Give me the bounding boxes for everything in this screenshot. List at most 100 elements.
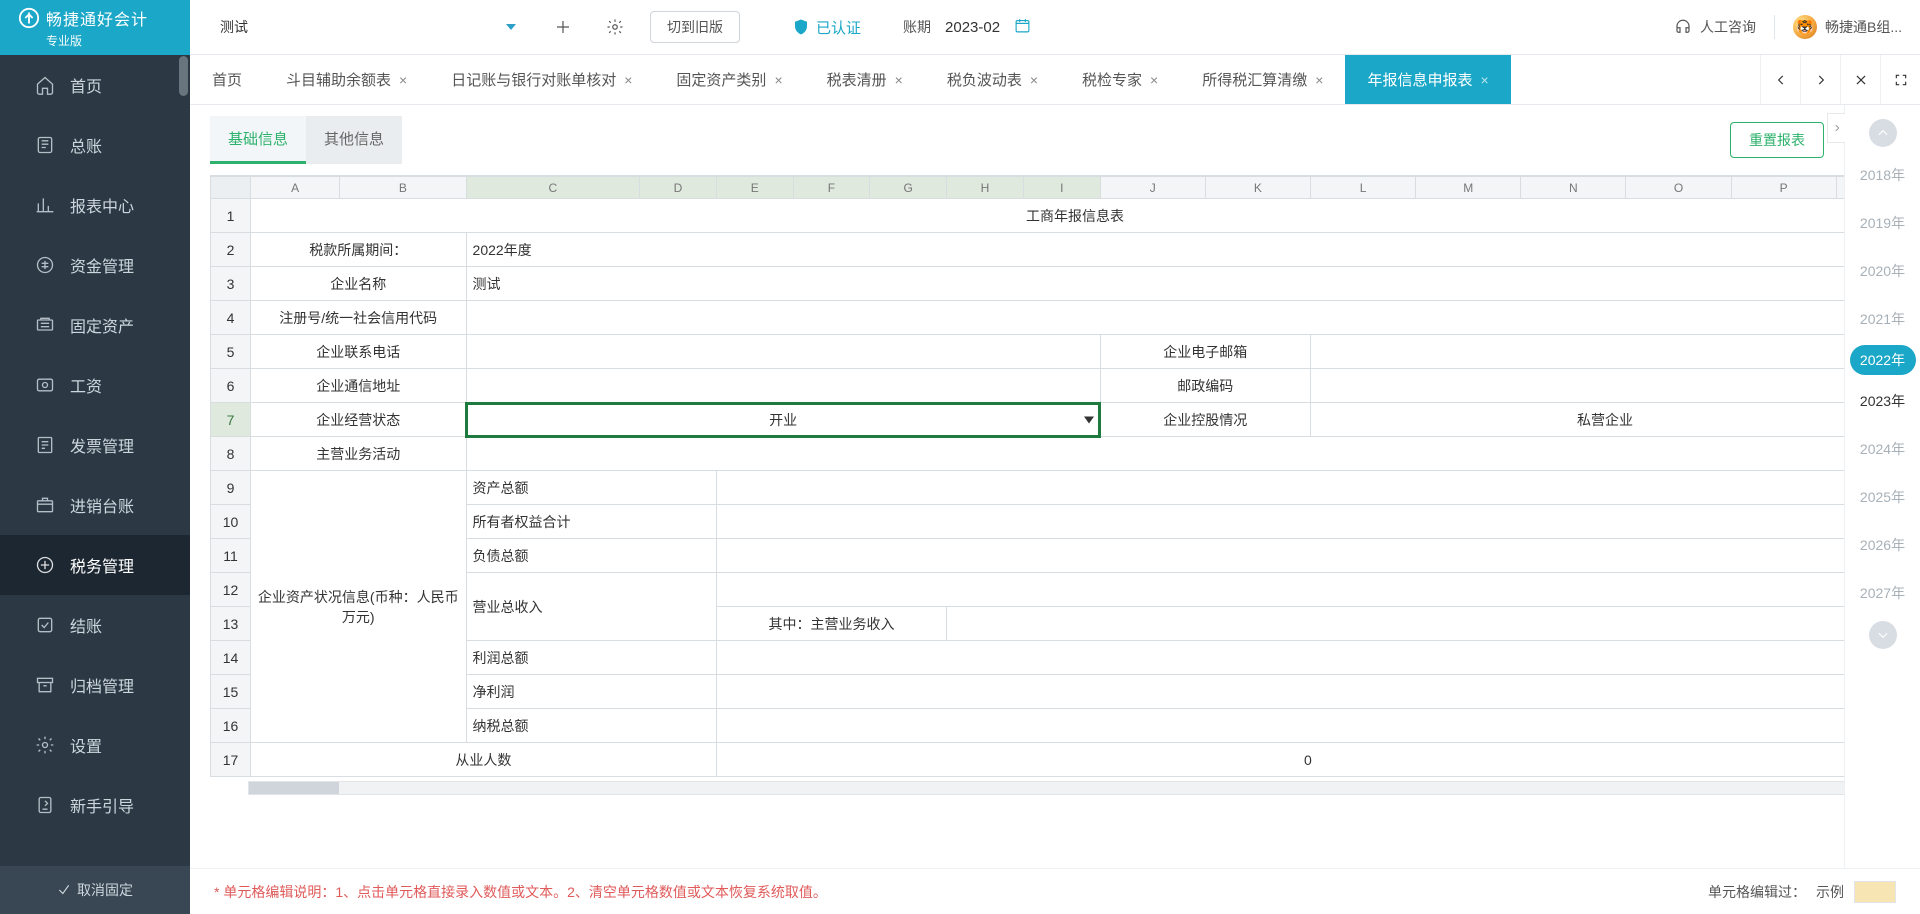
sidebar-item-home[interactable]: 首页 [0, 55, 190, 115]
col-header-E[interactable]: E [716, 177, 793, 199]
year-scroll-down[interactable] [1869, 621, 1897, 649]
row-header[interactable]: 13 [211, 607, 251, 641]
add-button[interactable] [546, 10, 580, 44]
tab-4[interactable]: 税表清册× [805, 55, 925, 104]
cell-main-revenue-label[interactable]: 其中：主营业务收入 [716, 607, 946, 641]
sidebar-item-settings[interactable]: 设置 [0, 715, 190, 775]
tab-close-icon[interactable]: × [624, 72, 632, 88]
tab-scroll-right[interactable] [1800, 55, 1840, 104]
cell-company-name-label[interactable]: 企业名称 [250, 267, 466, 301]
sidebar-item-ledger[interactable]: 总账 [0, 115, 190, 175]
year-2026年[interactable]: 2026年 [1853, 523, 1913, 567]
sidebar-item-tax[interactable]: 税务管理 [0, 535, 190, 595]
cell-holding-value[interactable]: 私营企业 [1310, 403, 1899, 437]
cell-main-revenue-value[interactable] [947, 607, 1900, 641]
row-header[interactable]: 16 [211, 709, 251, 743]
sidebar-item-salary[interactable]: 工资 [0, 355, 190, 415]
spreadsheet[interactable]: ABCDEFGHIJKLMNOPQ 1工商年报信息表 2税款所属期间：2022年… [210, 175, 1900, 868]
tab-close-icon[interactable]: × [1315, 72, 1323, 88]
col-header-G[interactable]: G [870, 177, 947, 199]
sidebar-item-funds[interactable]: 资金管理 [0, 235, 190, 295]
tab-3[interactable]: 固定资产类别× [654, 55, 804, 104]
cell-zip-label[interactable]: 邮政编码 [1100, 369, 1310, 403]
row-header[interactable]: 6 [211, 369, 251, 403]
row-header[interactable]: 15 [211, 675, 251, 709]
corner-cell[interactable] [211, 177, 251, 199]
sidebar-item-closing[interactable]: 结账 [0, 595, 190, 655]
cell-main-biz-label[interactable]: 主营业务活动 [250, 437, 466, 471]
cell-revenue-value[interactable] [716, 573, 1899, 607]
sidebar-item-reports[interactable]: 报表中心 [0, 175, 190, 235]
cell-net-profit-label[interactable]: 净利润 [466, 675, 716, 709]
tab-6[interactable]: 税检专家× [1060, 55, 1180, 104]
cell-employees-value[interactable]: 0 [716, 743, 1899, 777]
col-header-L[interactable]: L [1310, 177, 1415, 199]
col-header-I[interactable]: I [1023, 177, 1100, 199]
cell-total-assets-value[interactable] [716, 471, 1899, 505]
row-header[interactable]: 1 [211, 199, 251, 233]
cell-company-name-value[interactable]: 测试 [466, 267, 1899, 301]
year-2021年[interactable]: 2021年 [1853, 297, 1913, 341]
row-header[interactable]: 2 [211, 233, 251, 267]
row-header[interactable]: 14 [211, 641, 251, 675]
sheet-title[interactable]: 工商年报信息表 [250, 199, 1899, 233]
subtab-other-info[interactable]: 其他信息 [306, 116, 402, 164]
row-header[interactable]: 11 [211, 539, 251, 573]
tab-close-all[interactable] [1840, 55, 1880, 104]
year-2025年[interactable]: 2025年 [1853, 475, 1913, 519]
row-header[interactable]: 17 [211, 743, 251, 777]
tab-2[interactable]: 日记账与银行对账单核对× [429, 55, 654, 104]
user-menu[interactable]: 🐯 畅捷通B组... [1793, 15, 1902, 39]
cell-holding-label[interactable]: 企业控股情况 [1100, 403, 1310, 437]
col-header-O[interactable]: O [1626, 177, 1731, 199]
tab-5[interactable]: 税负波动表× [925, 55, 1060, 104]
unpin-sidebar[interactable]: 取消固定 [0, 866, 190, 914]
row-header[interactable]: 8 [211, 437, 251, 471]
cell-liabilities-label[interactable]: 负债总额 [466, 539, 716, 573]
cell-email-value[interactable] [1310, 335, 1899, 369]
tab-fullscreen[interactable] [1880, 55, 1920, 104]
cell-tax-total-label[interactable]: 纳税总额 [466, 709, 716, 743]
cell-zip-value[interactable] [1310, 369, 1899, 403]
cell-address-label[interactable]: 企业通信地址 [250, 369, 466, 403]
cell-reg-code-label[interactable]: 注册号/统一社会信用代码 [250, 301, 466, 335]
tab-1[interactable]: 斗目辅助余额表× [264, 55, 429, 104]
sidebar-scrollbar[interactable] [179, 56, 188, 96]
tab-close-icon[interactable]: × [895, 72, 903, 88]
row-header[interactable]: 10 [211, 505, 251, 539]
cell-address-value[interactable] [466, 369, 1100, 403]
cell-main-biz-value[interactable] [466, 437, 1899, 471]
tab-7[interactable]: 所得税汇算清缴× [1180, 55, 1345, 104]
cell-equity-label[interactable]: 所有者权益合计 [466, 505, 716, 539]
verified-badge[interactable]: 已认证 [792, 17, 861, 38]
col-header-B[interactable]: B [340, 177, 466, 199]
col-header-K[interactable]: K [1205, 177, 1310, 199]
col-header-C[interactable]: C [466, 177, 640, 199]
cell-total-assets-label[interactable]: 资产总额 [466, 471, 716, 505]
row-header[interactable]: 9 [211, 471, 251, 505]
row-header[interactable]: 5 [211, 335, 251, 369]
cell-liabilities-value[interactable] [716, 539, 1899, 573]
horizontal-scroll-thumb[interactable] [249, 782, 339, 794]
tab-close-icon[interactable]: × [1030, 72, 1038, 88]
cell-profit-label[interactable]: 利润总额 [466, 641, 716, 675]
cell-profit-value[interactable] [716, 641, 1899, 675]
col-header-N[interactable]: N [1521, 177, 1626, 199]
subtab-basic-info[interactable]: 基础信息 [210, 116, 306, 164]
row-header[interactable]: 12 [211, 573, 251, 607]
cell-status-label[interactable]: 企业经营状态 [250, 403, 466, 437]
cell-phone-value[interactable] [466, 335, 1100, 369]
tab-scroll-left[interactable] [1760, 55, 1800, 104]
year-2018年[interactable]: 2018年 [1853, 153, 1913, 197]
col-header-H[interactable]: H [947, 177, 1024, 199]
year-2027年[interactable]: 2027年 [1853, 571, 1913, 615]
tab-close-icon[interactable]: × [774, 72, 782, 88]
row-header[interactable]: 7 [211, 403, 251, 437]
col-header-D[interactable]: D [640, 177, 717, 199]
sidebar-item-inventory[interactable]: 进销台账 [0, 475, 190, 535]
year-2023年[interactable]: 2023年 [1853, 379, 1913, 423]
year-2024年[interactable]: 2024年 [1853, 427, 1913, 471]
cell-employees-label[interactable]: 从业人数 [250, 743, 716, 777]
cell-net-profit-value[interactable] [716, 675, 1899, 709]
human-support[interactable]: 人工咨询 [1674, 17, 1756, 37]
